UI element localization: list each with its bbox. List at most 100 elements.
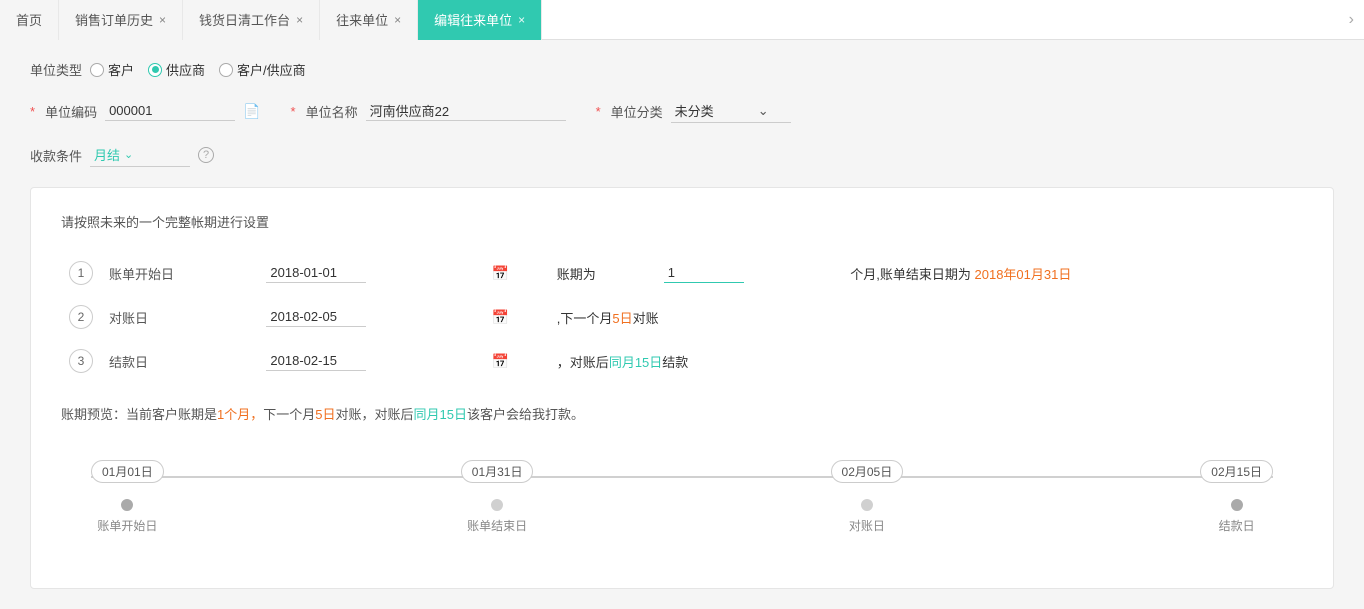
tab-cash-close[interactable]: × <box>296 13 303 27</box>
unit-type-field: 单位类型 客户 供应商 客户/供应商 <box>30 60 306 79</box>
unit-name-field: * 单位名称 <box>291 101 566 121</box>
tab-sales-label: 销售订单历史 <box>75 10 153 29</box>
preview-payment-post: 该客户会给我打款。 <box>467 407 584 422</box>
timeline-node-3: 02月05日 对账日 <box>831 460 904 534</box>
timeline-node-2: 01月31日 账单结束日 <box>461 460 534 534</box>
step-2-label: 对账日 <box>109 311 148 326</box>
radio-supplier[interactable]: 供应商 <box>148 60 205 79</box>
radio-supplier-label: 供应商 <box>166 60 205 79</box>
step-3-suffix-pre: ，对账后 <box>557 355 609 370</box>
step-2-row: 2 对账日 📅 ,下一个月5日对账 <box>61 295 1303 339</box>
step-3-label: 结款日 <box>109 355 148 370</box>
timeline-badge-2: 01月31日 <box>461 460 534 483</box>
tabs-scroll-arrow[interactable]: › <box>1339 0 1364 40</box>
step-1-date-input[interactable] <box>266 263 366 283</box>
step-1-row: 1 账单开始日 📅 账期为 <box>61 251 1303 295</box>
step-1-calendar[interactable]: 📅 <box>492 265 509 281</box>
unit-code-required: * <box>30 104 35 119</box>
payment-terms-select[interactable]: 月结 ⌄ <box>90 143 190 167</box>
preview-payment-highlight: 同月15日 <box>414 407 467 422</box>
payment-terms-row: 收款条件 月结 ⌄ ? <box>30 143 1334 167</box>
tab-home[interactable]: 首页 <box>0 0 59 40</box>
preview-reconcile-post: 对账，对账后 <box>336 407 414 422</box>
unit-code-field: * 单位编码 📄 <box>30 101 261 121</box>
tab-partner-close[interactable]: × <box>394 13 401 27</box>
step-1-period-end: 2018年01月31日 <box>975 267 1072 282</box>
tabs-bar: 首页 销售订单历史 × 钱货日清工作台 × 往来单位 × 编辑往来单位 × › <box>0 0 1364 40</box>
page-content: 单位类型 客户 供应商 客户/供应商 * 单位编码 <box>0 40 1364 609</box>
unit-category-dropdown[interactable]: 未分类 ⌄ <box>671 99 791 123</box>
timeline-node-4: 02月15日 结款日 <box>1200 460 1273 534</box>
tab-edit-close[interactable]: × <box>518 13 525 27</box>
step-1-period-prefix: 账期为 <box>557 267 596 282</box>
tab-edit-label: 编辑往来单位 <box>434 10 512 29</box>
unit-type-row: 单位类型 客户 供应商 客户/供应商 <box>30 60 1334 79</box>
radio-both-circle <box>219 63 233 77</box>
timeline: 01月01日 账单开始日 01月31日 账单结束日 02月05日 对账日 <box>61 450 1303 564</box>
unit-name-input[interactable] <box>366 101 566 121</box>
step-2-num: 2 <box>69 305 93 329</box>
radio-customer-circle <box>90 63 104 77</box>
payment-terms-arrow: ⌄ <box>124 148 133 161</box>
unit-type-radio-group: 客户 供应商 客户/供应商 <box>90 60 306 79</box>
preview-text: 账期预览：当前客户账期是1个月，下一个月5日对账，对账后同月15日该客户会给我打… <box>61 403 1303 426</box>
step-3-num: 3 <box>69 349 93 373</box>
radio-customer[interactable]: 客户 <box>90 60 134 79</box>
unit-category-arrow: ⌄ <box>758 103 769 119</box>
tab-cash-reconcile[interactable]: 钱货日清工作台 × <box>183 0 320 40</box>
step-3-suffix-post: 结款 <box>662 355 688 370</box>
preview-period: 1个月， <box>217 407 263 422</box>
step-1-period-unit: 个月,账单结束日期为 <box>850 267 971 282</box>
preview-prefix: 账期预览：当前客户账期是 <box>61 407 217 422</box>
unit-type-label: 单位类型 <box>30 60 82 79</box>
timeline-nodes: 01月01日 账单开始日 01月31日 账单结束日 02月05日 对账日 <box>91 460 1273 534</box>
tab-partner-label: 往来单位 <box>336 10 388 29</box>
unit-code-icon[interactable]: 📄 <box>243 103 260 120</box>
step-3-suffix-highlight: 同月15日 <box>609 355 662 370</box>
timeline-badge-4: 02月15日 <box>1200 460 1273 483</box>
unit-category-required: * <box>596 104 601 119</box>
timeline-dot-2 <box>491 499 503 511</box>
steps-table: 1 账单开始日 📅 账期为 <box>61 251 1303 383</box>
tab-edit-partner[interactable]: 编辑往来单位 × <box>418 0 542 40</box>
step-3-row: 3 结款日 📅 ，对账后同月15日结款 <box>61 339 1303 383</box>
timeline-label-3: 对账日 <box>849 517 885 534</box>
unit-code-label: 单位编码 <box>45 102 97 121</box>
step-1-num: 1 <box>69 261 93 285</box>
timeline-dot-3 <box>861 499 873 511</box>
step-2-suffix-pre: ,下一个月 <box>557 311 613 326</box>
unit-name-label: 单位名称 <box>306 102 358 121</box>
radio-both-label: 客户/供应商 <box>237 60 306 79</box>
unit-info-row: * 单位编码 📄 * 单位名称 * 单位分类 未分类 ⌄ <box>30 99 1334 123</box>
unit-category-label: 单位分类 <box>611 102 663 121</box>
step-1-label: 账单开始日 <box>109 267 174 282</box>
timeline-dot-4 <box>1231 499 1243 511</box>
timeline-label-1: 账单开始日 <box>97 517 157 534</box>
timeline-badge-1: 01月01日 <box>91 460 164 483</box>
step-3-date-input[interactable] <box>266 351 366 371</box>
unit-category-field: * 单位分类 未分类 ⌄ <box>596 99 791 123</box>
radio-supplier-circle <box>148 63 162 77</box>
timeline-label-2: 账单结束日 <box>467 517 527 534</box>
panel-title: 请按照未来的一个完整帐期进行设置 <box>61 212 1303 231</box>
tab-home-label: 首页 <box>16 10 42 29</box>
tab-cash-label: 钱货日清工作台 <box>199 10 290 29</box>
step-2-suffix-highlight: 5日 <box>612 311 632 326</box>
unit-code-input[interactable] <box>105 101 235 121</box>
step-2-calendar[interactable]: 📅 <box>492 309 509 325</box>
payment-terms-field: 收款条件 月结 ⌄ ? <box>30 143 214 167</box>
timeline-dot-1 <box>121 499 133 511</box>
radio-both[interactable]: 客户/供应商 <box>219 60 306 79</box>
payment-terms-help[interactable]: ? <box>198 147 214 163</box>
step-1-period-value[interactable] <box>664 263 744 283</box>
radio-customer-label: 客户 <box>108 60 134 79</box>
timeline-node-1: 01月01日 账单开始日 <box>91 460 164 534</box>
step-2-date-input[interactable] <box>266 307 366 327</box>
tab-partner-units[interactable]: 往来单位 × <box>320 0 418 40</box>
unit-category-value: 未分类 <box>675 101 714 120</box>
step-3-calendar[interactable]: 📅 <box>492 353 509 369</box>
payment-terms-value: 月结 <box>94 145 120 164</box>
preview-reconcile-pre: 下一个月 <box>263 407 315 422</box>
tab-sales-close[interactable]: × <box>159 13 166 27</box>
tab-sales-order-history[interactable]: 销售订单历史 × <box>59 0 183 40</box>
